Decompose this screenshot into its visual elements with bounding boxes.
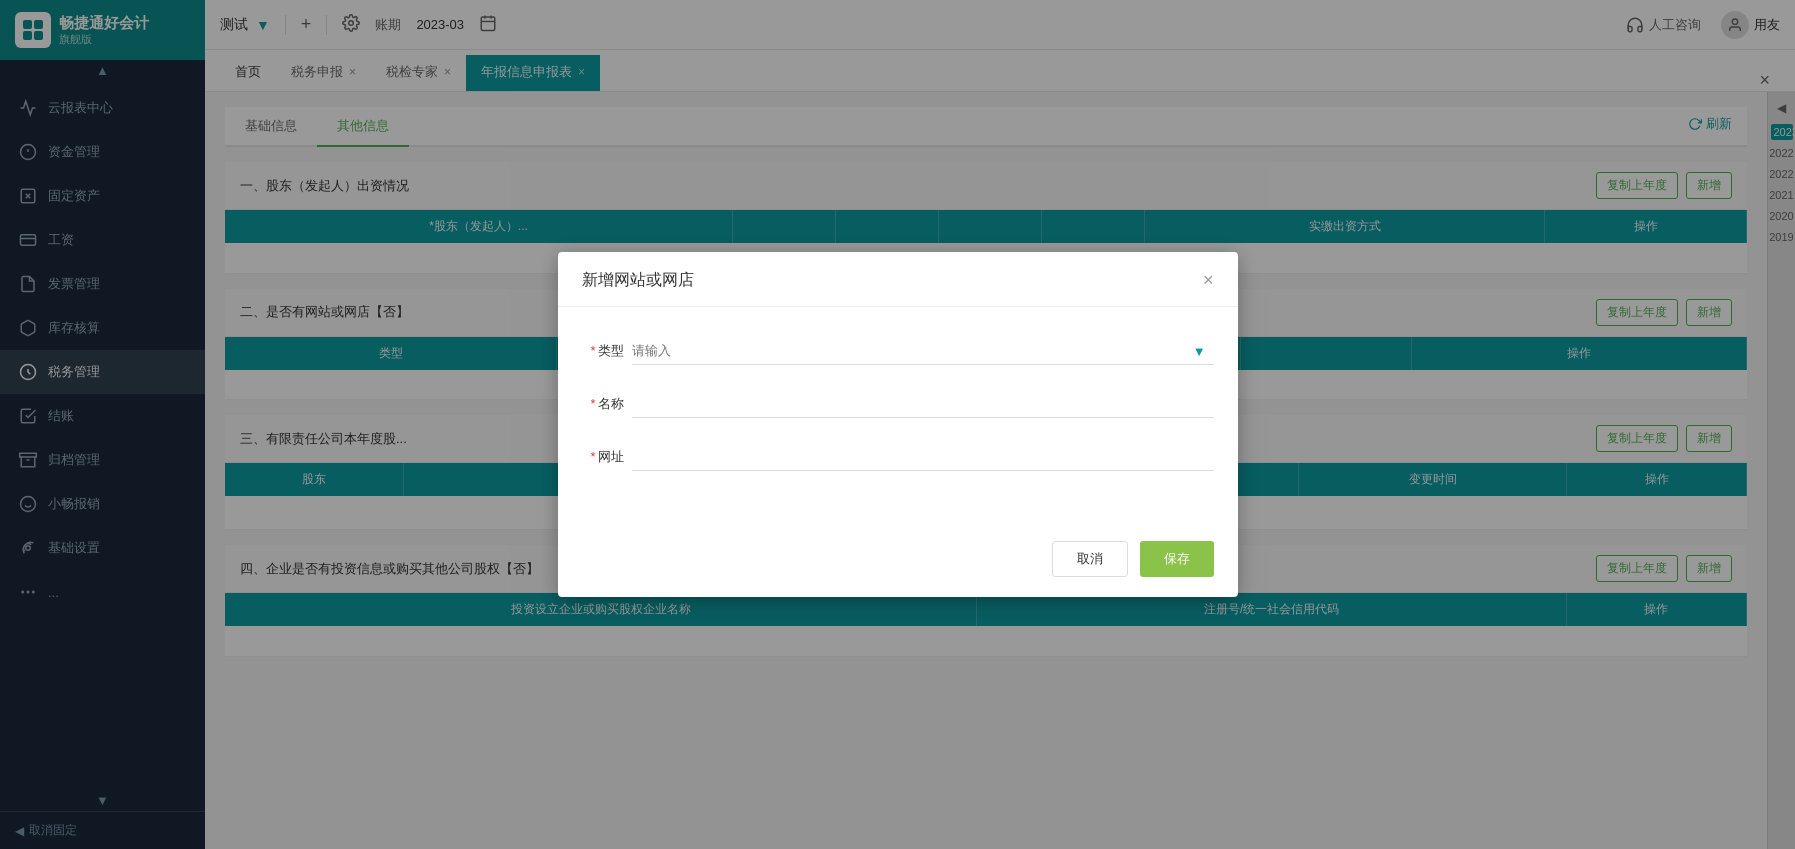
type-label: *类型 (582, 342, 632, 360)
url-required-mark: * (590, 449, 595, 464)
type-select-wrapper: ▼ (632, 337, 1214, 365)
modal-title: 新增网站或网店 (582, 270, 694, 291)
name-input-wrapper (632, 390, 1214, 418)
url-input[interactable] (632, 443, 1214, 471)
type-input[interactable] (632, 337, 1214, 365)
url-input-wrapper (632, 443, 1214, 471)
type-required-mark: * (590, 343, 595, 358)
modal-body: *类型 ▼ *名称 *网址 (558, 307, 1238, 526)
save-button[interactable]: 保存 (1140, 541, 1214, 577)
modal-field-type: *类型 ▼ (582, 337, 1214, 365)
modal-header: 新增网站或网店 × (558, 252, 1238, 307)
name-label: *名称 (582, 395, 632, 413)
name-input[interactable] (632, 390, 1214, 418)
url-label: *网址 (582, 448, 632, 466)
modal-field-name: *名称 (582, 390, 1214, 418)
modal-footer: 取消 保存 (558, 526, 1238, 597)
type-dropdown-arrow[interactable]: ▼ (1193, 344, 1206, 359)
modal-close-button[interactable]: × (1203, 270, 1214, 291)
modal-add-website: 新增网站或网店 × *类型 ▼ *名称 (558, 252, 1238, 597)
name-required-mark: * (590, 396, 595, 411)
modal-field-url: *网址 (582, 443, 1214, 471)
modal-overlay: 新增网站或网店 × *类型 ▼ *名称 (0, 0, 1795, 849)
cancel-button[interactable]: 取消 (1052, 541, 1128, 577)
